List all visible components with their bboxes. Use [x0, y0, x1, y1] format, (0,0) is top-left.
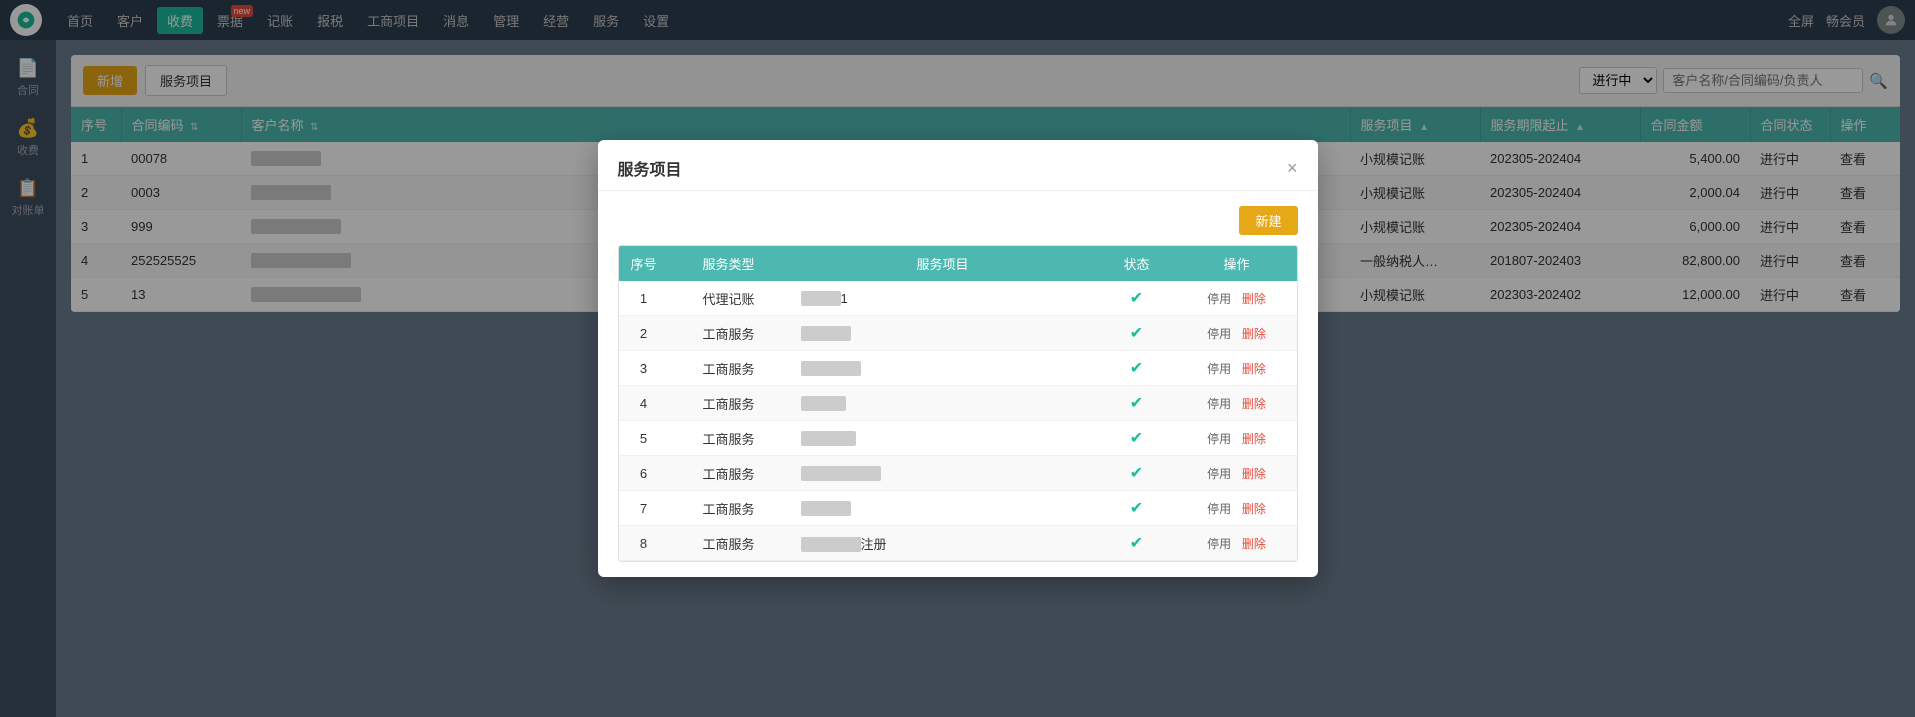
mcell-status: ✔ — [1097, 526, 1177, 561]
mcell-item: 1 — [789, 281, 1097, 316]
mcell-type: 工商服务 — [669, 351, 789, 386]
mcell-seq: 3 — [619, 351, 669, 386]
list-item: 7 工商服务 ✔ 停用 删除 — [619, 491, 1297, 526]
status-check-icon: ✔ — [1130, 430, 1143, 447]
mcell-action: 停用 删除 — [1177, 386, 1297, 421]
stop-button[interactable]: 停用 — [1207, 327, 1231, 341]
mcell-type: 工商服务 — [669, 526, 789, 561]
mcell-item — [789, 456, 1097, 491]
list-item: 8 工商服务 注册 ✔ 停用 删除 — [619, 526, 1297, 561]
mth-item: 服务项目 — [789, 246, 1097, 281]
service-modal: 服务项目 × 新建 序号 服务类型 服务项目 状态 操作 — [598, 140, 1318, 577]
list-item: 4 工商服务 ✔ 停用 删除 — [619, 386, 1297, 421]
mcell-action: 停用 删除 — [1177, 491, 1297, 526]
modal-body: 新建 序号 服务类型 服务项目 状态 操作 1 代理记账 — [598, 191, 1318, 577]
list-item: 2 工商服务 ✔ 停用 删除 — [619, 316, 1297, 351]
modal-header: 服务项目 × — [598, 140, 1318, 191]
mcell-item — [789, 386, 1097, 421]
delete-button[interactable]: 删除 — [1242, 397, 1266, 411]
modal-title: 服务项目 — [618, 156, 682, 180]
modal-close-button[interactable]: × — [1287, 158, 1298, 179]
delete-button[interactable]: 删除 — [1242, 432, 1266, 446]
mcell-seq: 6 — [619, 456, 669, 491]
mcell-action: 停用 删除 — [1177, 281, 1297, 316]
mcell-status: ✔ — [1097, 316, 1177, 351]
mcell-type: 工商服务 — [669, 421, 789, 456]
stop-button[interactable]: 停用 — [1207, 362, 1231, 376]
mcell-type: 工商服务 — [669, 386, 789, 421]
delete-button[interactable]: 删除 — [1242, 467, 1266, 481]
mth-action: 操作 — [1177, 246, 1297, 281]
stop-button[interactable]: 停用 — [1207, 502, 1231, 516]
mcell-item — [789, 351, 1097, 386]
delete-button[interactable]: 删除 — [1242, 537, 1266, 551]
list-item: 5 工商服务 ✔ 停用 删除 — [619, 421, 1297, 456]
status-check-icon: ✔ — [1130, 290, 1143, 307]
mcell-type: 代理记账 — [669, 281, 789, 316]
delete-button[interactable]: 删除 — [1242, 502, 1266, 516]
status-check-icon: ✔ — [1130, 535, 1143, 552]
mcell-seq: 7 — [619, 491, 669, 526]
modal-toolbar: 新建 — [618, 206, 1298, 235]
delete-button[interactable]: 删除 — [1242, 292, 1266, 306]
mcell-seq: 8 — [619, 526, 669, 561]
modal-overlay[interactable]: 服务项目 × 新建 序号 服务类型 服务项目 状态 操作 — [0, 0, 1915, 717]
mcell-seq: 2 — [619, 316, 669, 351]
modal-new-button[interactable]: 新建 — [1239, 206, 1297, 235]
status-check-icon: ✔ — [1130, 395, 1143, 412]
mcell-seq: 5 — [619, 421, 669, 456]
list-item: 6 工商服务 ✔ 停用 删除 — [619, 456, 1297, 491]
mcell-type: 工商服务 — [669, 456, 789, 491]
status-check-icon: ✔ — [1130, 360, 1143, 377]
mcell-status: ✔ — [1097, 421, 1177, 456]
mcell-status: ✔ — [1097, 456, 1177, 491]
mcell-item — [789, 421, 1097, 456]
list-item: 1 代理记账 1 ✔ 停用 删除 — [619, 281, 1297, 316]
modal-table: 序号 服务类型 服务项目 状态 操作 1 代理记账 1 ✔ 停用 — [619, 246, 1297, 561]
mth-status: 状态 — [1097, 246, 1177, 281]
mth-seq: 序号 — [619, 246, 669, 281]
status-check-icon: ✔ — [1130, 325, 1143, 342]
stop-button[interactable]: 停用 — [1207, 292, 1231, 306]
status-check-icon: ✔ — [1130, 500, 1143, 517]
mcell-action: 停用 删除 — [1177, 316, 1297, 351]
list-item: 3 工商服务 ✔ 停用 删除 — [619, 351, 1297, 386]
stop-button[interactable]: 停用 — [1207, 537, 1231, 551]
delete-button[interactable]: 删除 — [1242, 362, 1266, 376]
mth-type: 服务类型 — [669, 246, 789, 281]
stop-button[interactable]: 停用 — [1207, 432, 1231, 446]
mcell-action: 停用 删除 — [1177, 526, 1297, 561]
mcell-status: ✔ — [1097, 281, 1177, 316]
status-check-icon: ✔ — [1130, 465, 1143, 482]
modal-table-wrap: 序号 服务类型 服务项目 状态 操作 1 代理记账 1 ✔ 停用 — [618, 245, 1298, 562]
stop-button[interactable]: 停用 — [1207, 467, 1231, 481]
stop-button[interactable]: 停用 — [1207, 397, 1231, 411]
mcell-item — [789, 316, 1097, 351]
mcell-status: ✔ — [1097, 386, 1177, 421]
mcell-seq: 1 — [619, 281, 669, 316]
mcell-seq: 4 — [619, 386, 669, 421]
mcell-action: 停用 删除 — [1177, 421, 1297, 456]
mcell-action: 停用 删除 — [1177, 456, 1297, 491]
mcell-item — [789, 491, 1097, 526]
mcell-type: 工商服务 — [669, 491, 789, 526]
delete-button[interactable]: 删除 — [1242, 327, 1266, 341]
mcell-status: ✔ — [1097, 351, 1177, 386]
mcell-type: 工商服务 — [669, 316, 789, 351]
mcell-action: 停用 删除 — [1177, 351, 1297, 386]
mcell-item: 注册 — [789, 526, 1097, 561]
mcell-status: ✔ — [1097, 491, 1177, 526]
